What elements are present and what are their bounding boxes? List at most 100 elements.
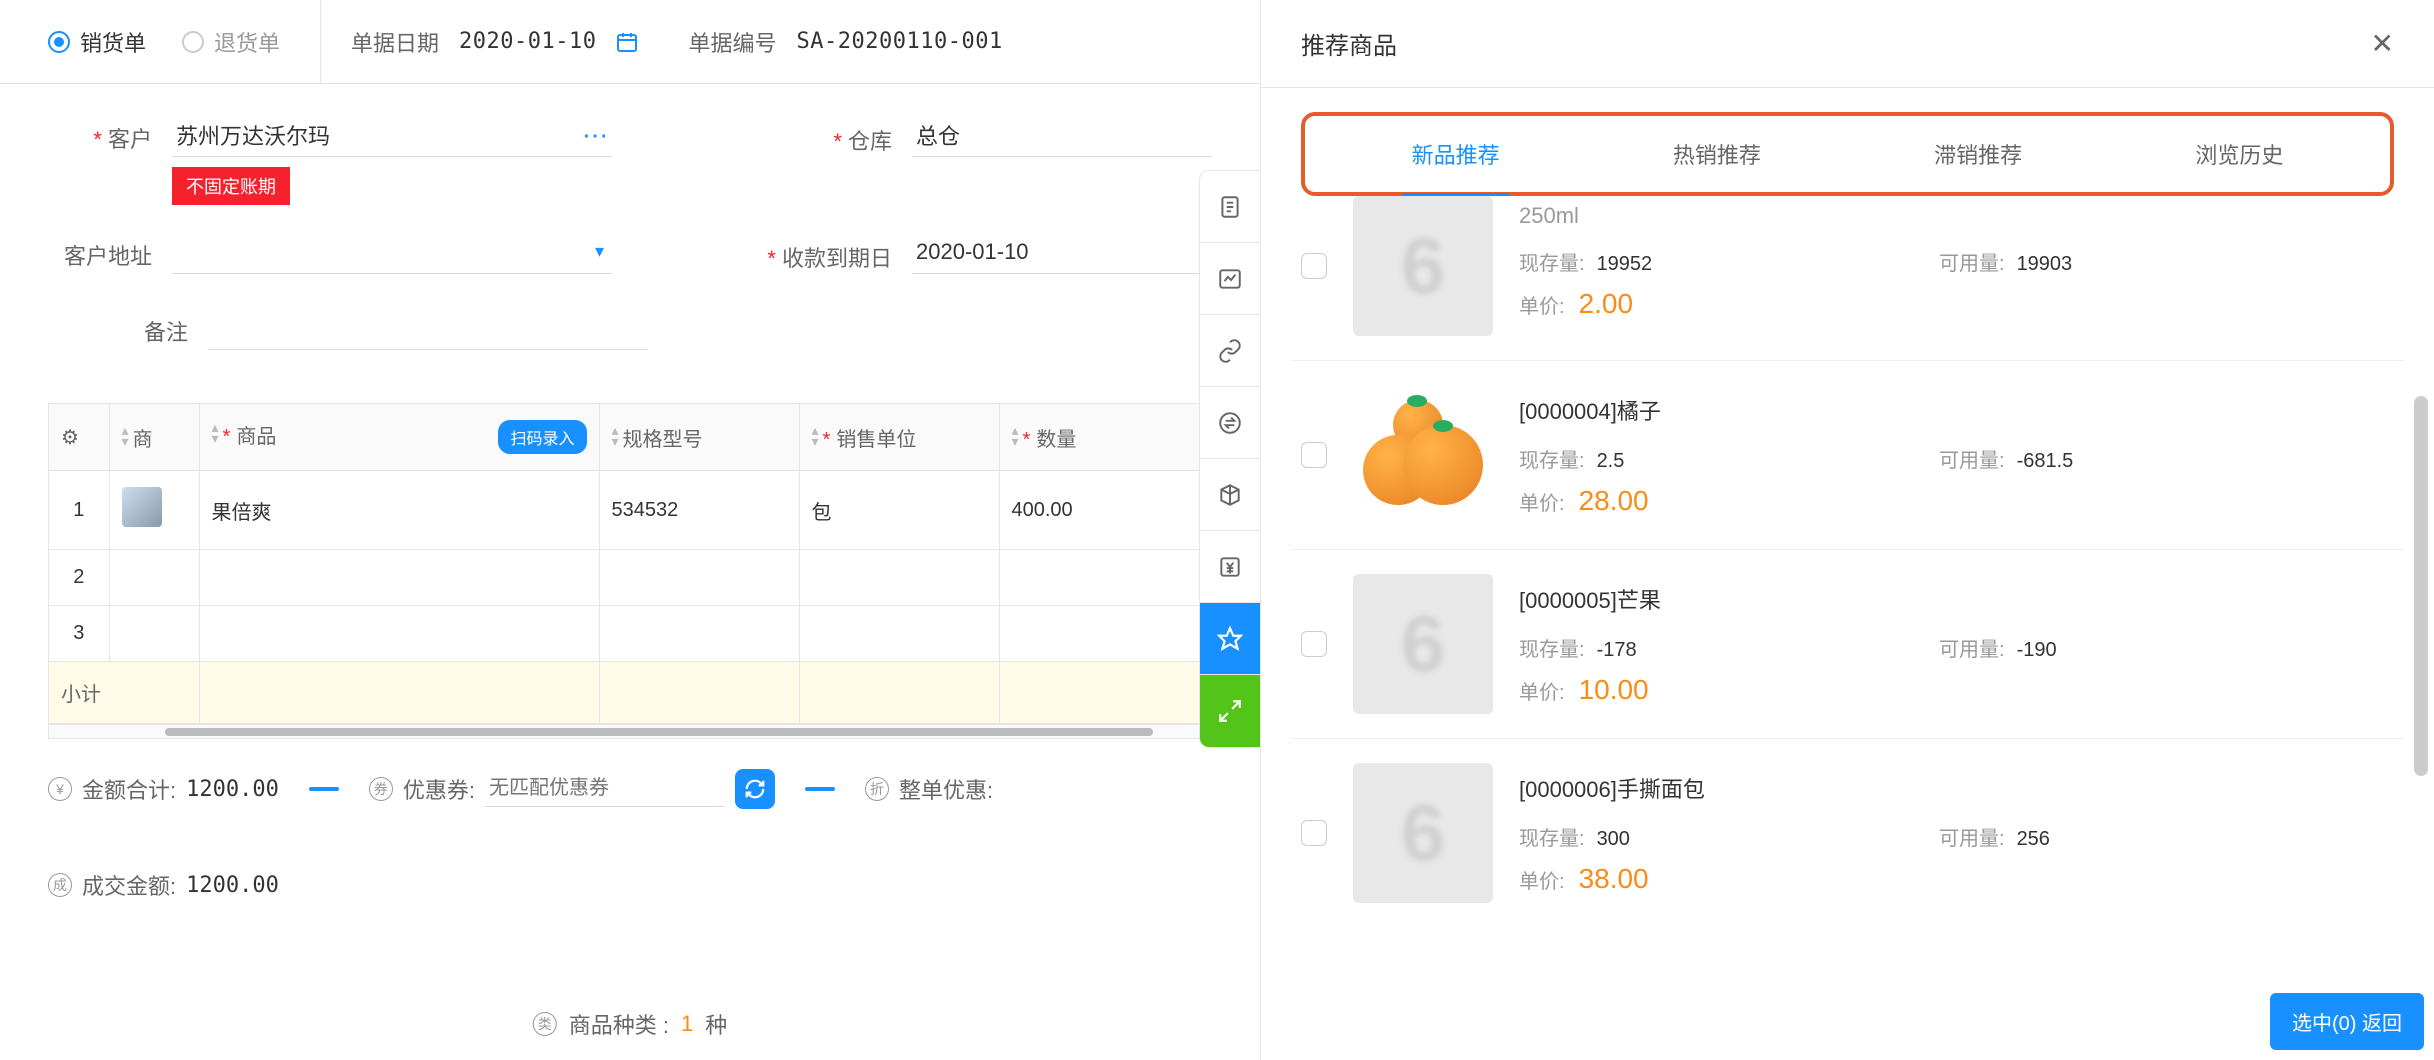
vertical-scrollbar[interactable] [2414,396,2428,776]
scan-input-button[interactable]: 扫码录入 [498,420,586,454]
chevron-down-icon[interactable]: ▾ [595,241,604,262]
tool-exchange[interactable] [1200,387,1260,459]
avail-value: -190 [2017,639,2057,661]
duedate-label: 收款到期日 [782,246,892,271]
tool-expand[interactable] [1200,675,1260,747]
avail-value: 19903 [2017,253,2073,275]
separator-icon [309,787,339,791]
date-label: 单据日期 [351,26,439,58]
horizontal-scrollbar[interactable] [49,724,1211,738]
gear-icon: ⚙ [61,427,79,449]
stock-value: 2.5 [1597,450,1625,472]
radio-icon [48,31,70,53]
product-image: 6 [1353,574,1493,714]
customer-input[interactable] [172,114,612,157]
separator-icon [805,787,835,791]
tab-return-order[interactable]: 退货单 [182,26,280,58]
product-checkbox[interactable] [1301,631,1327,657]
coupon-icon: 券 [369,777,393,801]
chart-icon [1217,266,1243,292]
recommend-tab-2[interactable]: 滞销推荐 [1914,126,2042,182]
placeholder-icon: 6 [1401,220,1446,312]
stock-label: 现存量: [1519,253,1585,275]
close-button[interactable]: ✕ [2371,27,2394,60]
col-unit[interactable]: ▴▾*销售单位 [799,404,999,471]
price-label: 单价: [1519,871,1565,893]
address-input[interactable] [172,231,612,274]
tool-star[interactable] [1200,603,1260,675]
deal-icon: 成 [48,873,72,897]
gear-column[interactable]: ⚙ [49,404,109,471]
recommend-tab-1[interactable]: 热销推荐 [1653,126,1781,182]
price-value: 28.00 [1579,485,1649,516]
code-value: SA-20200110-001 [797,29,1003,54]
avail-label: 可用量: [1939,450,2005,472]
coupon-input[interactable] [485,771,725,807]
product-image [1353,385,1493,525]
expand-icon [1217,698,1243,724]
stock-value: -178 [1597,639,1637,661]
price-value: 38.00 [1579,863,1649,894]
category-icon: 类 [533,1012,557,1036]
refresh-button[interactable] [735,769,775,809]
price-label: 单价: [1519,682,1565,704]
product-checkbox[interactable] [1301,442,1327,468]
warehouse-input[interactable] [912,114,1212,157]
product-checkbox[interactable] [1301,253,1327,279]
tab-sales-order[interactable]: 销货单 [48,26,146,58]
coupon-label: 优惠券: [403,773,475,805]
col-merchant[interactable]: ▴▾商 [109,404,199,471]
stock-label: 现存量: [1519,639,1585,661]
recommend-tabs: 新品推荐 热销推荐 滞销推荐 浏览历史 [1301,112,2394,196]
product-image: 6 [1353,763,1493,903]
amount-label: 金额合计: [82,773,176,805]
price-value: 2.00 [1579,288,1634,319]
items-table: ⚙ ▴▾商 ▴▾*商品 扫码录入 ▴▾规格型号 ▴▾*销售单位 ▴▾*数量 1 … [48,403,1212,739]
table-row[interactable]: 1 果倍爽 534532 包 400.00 [49,471,1211,550]
tool-doc[interactable] [1200,171,1260,243]
amount-value: 1200.00 [186,777,279,802]
calendar-icon[interactable] [615,30,639,54]
tab-label: 销货单 [80,26,146,58]
subtotal-row: 小计 [49,662,1211,724]
price-label: 单价: [1519,296,1565,318]
refresh-icon [744,778,766,800]
tool-yen[interactable] [1200,531,1260,603]
col-spec[interactable]: ▴▾规格型号 [599,404,799,471]
recommend-tab-3[interactable]: 浏览历史 [2175,126,2303,182]
product-item[interactable]: 6 [0000005]芒果 现存量:-178 可用量:-190 单价:10.00 [1291,550,2404,739]
product-list[interactable]: 6 250ml 现存量:19952 可用量:19903 单价:2.00 [000… [1261,196,2434,1060]
side-toolbar [1199,170,1260,748]
recommend-tab-0[interactable]: 新品推荐 [1392,126,1520,182]
tool-link[interactable] [1200,315,1260,387]
duedate-input[interactable] [912,231,1212,274]
account-period-badge: 不固定账期 [172,167,290,205]
stock-value: 300 [1597,828,1630,850]
product-item[interactable]: 6 [0000006]手撕面包 现存量:300 可用量:256 单价:38.00 [1291,739,2404,927]
product-item[interactable]: 6 250ml 现存量:19952 可用量:19903 单价:2.00 [1291,196,2404,361]
currency-icon: ¥ [48,777,72,801]
table-row[interactable]: 3 [49,606,1211,662]
stock-value: 19952 [1597,253,1653,275]
product-checkbox[interactable] [1301,820,1327,846]
deal-label: 成交金额: [82,869,176,901]
remark-input[interactable] [208,307,648,350]
more-icon[interactable]: ⋯ [582,120,612,151]
product-name: [0000006]手撕面包 [1519,772,2394,804]
tool-box[interactable] [1200,459,1260,531]
product-item[interactable]: [0000004]橘子 现存量:2.5 可用量:-681.5 单价:28.00 [1291,361,2404,550]
date-value[interactable]: 2020-01-10 [459,29,596,54]
col-qty[interactable]: ▴▾*数量 [999,404,1211,471]
avail-label: 可用量: [1939,828,2005,850]
recommend-title: 推荐商品 [1301,26,1397,61]
footer-summary: 类 商品种类 : 1 种 [513,988,748,1060]
col-product[interactable]: ▴▾*商品 扫码录入 [199,404,599,471]
table-row[interactable]: 2 [49,550,1211,606]
tool-chart[interactable] [1200,243,1260,315]
remark-label: 备注 [144,320,188,345]
placeholder-icon: 6 [1401,598,1446,690]
product-thumb-icon [122,487,162,527]
selected-return-button[interactable]: 选中(0) 返回 [2270,993,2424,1050]
avail-label: 可用量: [1939,639,2005,661]
link-icon [1217,338,1243,364]
